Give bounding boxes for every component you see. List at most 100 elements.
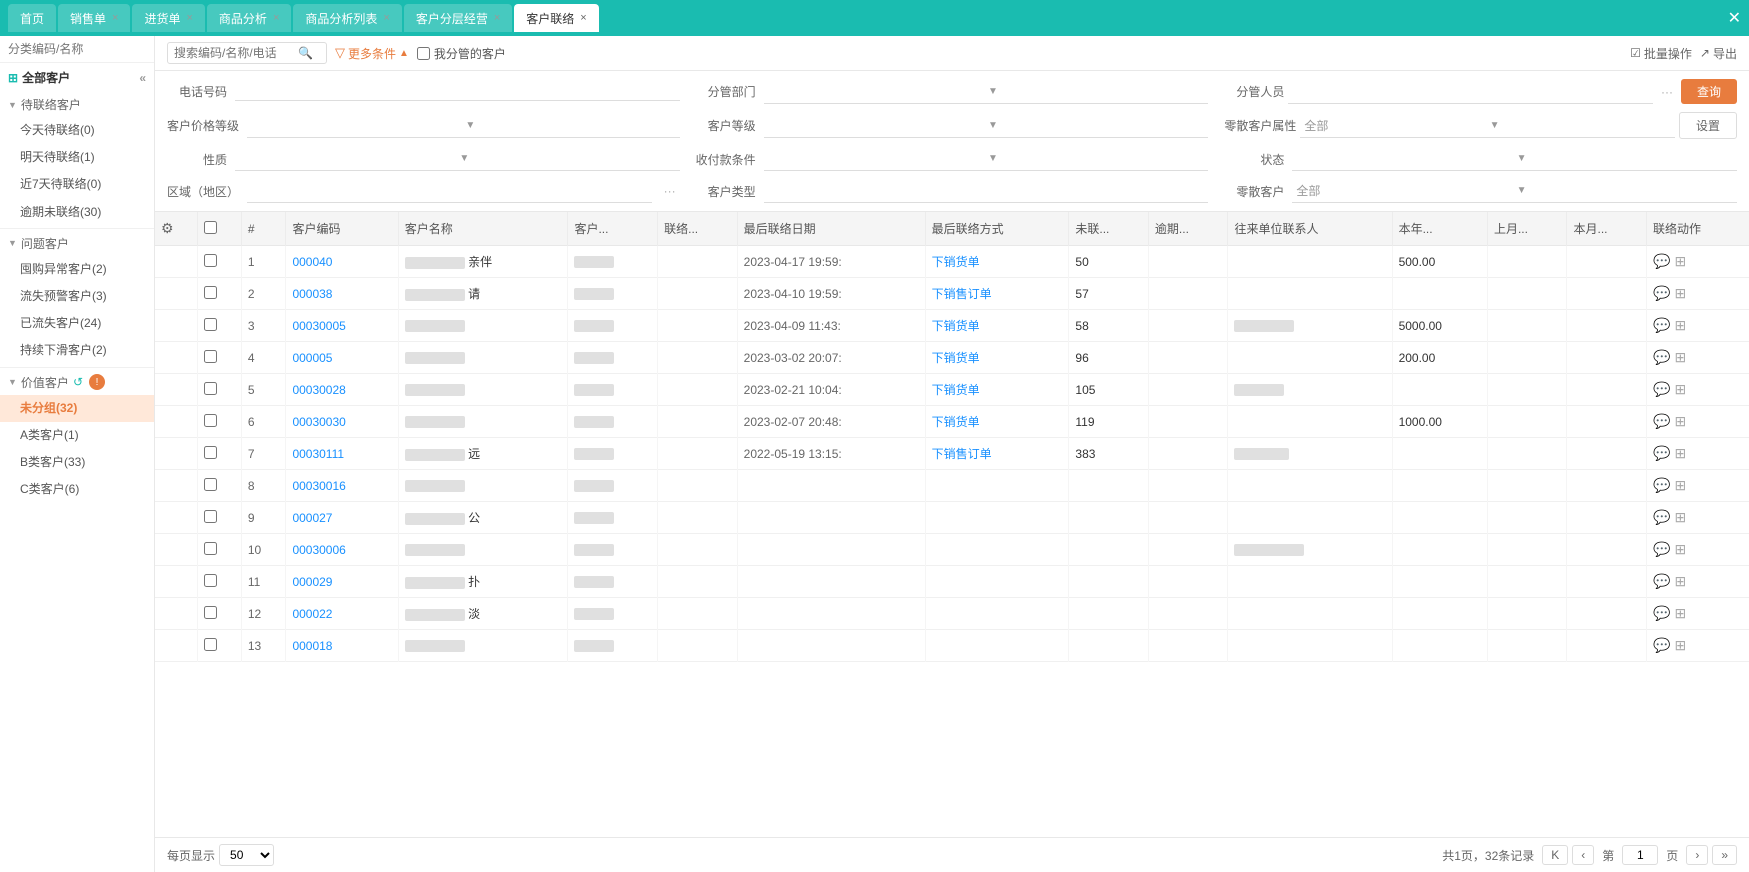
row-checkbox[interactable] bbox=[204, 606, 217, 619]
row-checkbox[interactable] bbox=[204, 542, 217, 555]
phone-input[interactable] bbox=[235, 82, 680, 101]
sidebar-item-no-group[interactable]: 未分组(32) bbox=[0, 395, 154, 422]
contact-way-link[interactable]: 下销货单 bbox=[932, 351, 980, 365]
reset-btn[interactable]: 设置 bbox=[1679, 112, 1737, 139]
grid-icon[interactable]: ⊞ bbox=[1674, 605, 1686, 622]
last-page-btn[interactable]: » bbox=[1712, 845, 1737, 865]
per-page-select[interactable]: 50 20 100 bbox=[219, 844, 274, 866]
region-dots[interactable]: ··· bbox=[660, 184, 680, 198]
tab-purchase-close[interactable]: × bbox=[186, 12, 192, 24]
grid-icon[interactable]: ⊞ bbox=[1674, 285, 1686, 302]
grid-icon[interactable]: ⊞ bbox=[1674, 381, 1686, 398]
chat-icon[interactable]: 💬 bbox=[1653, 349, 1670, 366]
value-group-refresh-icon[interactable]: ↺ bbox=[73, 375, 83, 389]
grid-icon[interactable]: ⊞ bbox=[1674, 541, 1686, 558]
query-btn[interactable]: 查询 bbox=[1681, 79, 1737, 104]
sidebar-item-7day-contact[interactable]: 近7天待联络(0) bbox=[0, 171, 154, 198]
tab-purchase[interactable]: 进货单 × bbox=[132, 4, 204, 32]
row-checkbox[interactable] bbox=[204, 510, 217, 523]
grid-icon[interactable]: ⊞ bbox=[1674, 477, 1686, 494]
chat-icon[interactable]: 💬 bbox=[1653, 477, 1670, 494]
price-level-select[interactable]: ▼ bbox=[247, 114, 680, 138]
sidebar-item-declining[interactable]: 持续下滑客户(2) bbox=[0, 337, 154, 364]
tab-goods-analysis-close[interactable]: × bbox=[273, 12, 279, 24]
tab-sales-close[interactable]: × bbox=[112, 12, 118, 24]
staff-dots[interactable]: ··· bbox=[1657, 85, 1677, 99]
filter-more-btn[interactable]: ▽ 更多条件 ▲ bbox=[335, 45, 409, 62]
row-checkbox[interactable] bbox=[204, 478, 217, 491]
filter-search-icon[interactable]: 🔍 bbox=[298, 46, 313, 60]
sidebar-item-c-class[interactable]: C类客户(6) bbox=[0, 476, 154, 503]
row-checkbox[interactable] bbox=[204, 382, 217, 395]
chat-icon[interactable]: 💬 bbox=[1653, 285, 1670, 302]
grid-icon[interactable]: ⊞ bbox=[1674, 349, 1686, 366]
customer-level-select[interactable]: ▼ bbox=[764, 114, 1209, 138]
chat-icon[interactable]: 💬 bbox=[1653, 413, 1670, 430]
tab-customer-segment-close[interactable]: × bbox=[494, 12, 500, 24]
chat-icon[interactable]: 💬 bbox=[1653, 445, 1670, 462]
batch-op-btn[interactable]: ☑ 批量操作 bbox=[1630, 45, 1692, 62]
prev-page-btn[interactable]: ‹ bbox=[1572, 845, 1594, 865]
staff-select[interactable] bbox=[1288, 80, 1653, 104]
grid-icon[interactable]: ⊞ bbox=[1674, 413, 1686, 430]
chat-icon[interactable]: 💬 bbox=[1653, 317, 1670, 334]
row-checkbox[interactable] bbox=[204, 414, 217, 427]
chat-icon[interactable]: 💬 bbox=[1653, 541, 1670, 558]
tab-goods-analysis[interactable]: 商品分析 × bbox=[207, 4, 291, 32]
grid-icon[interactable]: ⊞ bbox=[1674, 509, 1686, 526]
tab-customer-contact[interactable]: 客户联络 × bbox=[514, 4, 598, 32]
row-checkbox[interactable] bbox=[204, 254, 217, 267]
customer-type-select[interactable] bbox=[764, 179, 1209, 203]
tab-customer-segment[interactable]: 客户分层经营 × bbox=[404, 4, 512, 32]
tab-goods-analysis-list[interactable]: 商品分析列表 × bbox=[293, 4, 401, 32]
row-checkbox[interactable] bbox=[204, 318, 217, 331]
filter-search-input[interactable] bbox=[174, 46, 294, 60]
sidebar-item-overdue-contact[interactable]: 逾期未联络(30) bbox=[0, 199, 154, 226]
sidebar-item-a-class[interactable]: A类客户(1) bbox=[0, 422, 154, 449]
export-btn[interactable]: ↗ 导出 bbox=[1700, 45, 1737, 62]
chat-icon[interactable]: 💬 bbox=[1653, 605, 1670, 622]
th-settings[interactable]: ⚙ bbox=[155, 212, 197, 246]
chat-icon[interactable]: 💬 bbox=[1653, 253, 1670, 270]
grid-icon[interactable]: ⊞ bbox=[1674, 637, 1686, 654]
sidebar-item-tomorrow-contact[interactable]: 明天待联络(1) bbox=[0, 144, 154, 171]
tab-sales[interactable]: 销售单 × bbox=[58, 4, 130, 32]
row-checkbox[interactable] bbox=[204, 350, 217, 363]
gender-select[interactable]: ▼ bbox=[235, 147, 680, 171]
row-checkbox[interactable] bbox=[204, 574, 217, 587]
window-close-btn[interactable]: ✕ bbox=[1728, 8, 1741, 28]
grid-icon[interactable]: ⊞ bbox=[1674, 573, 1686, 590]
retail-attr-select[interactable]: 全部▼ bbox=[1300, 114, 1675, 138]
grid-icon[interactable]: ⊞ bbox=[1674, 253, 1686, 270]
retail-customer-select[interactable]: 全部▼ bbox=[1292, 179, 1737, 203]
dept-select[interactable]: ▼ bbox=[764, 80, 1209, 104]
grid-icon[interactable]: ⊞ bbox=[1674, 445, 1686, 462]
row-checkbox[interactable] bbox=[204, 446, 217, 459]
contact-way-link[interactable]: 下销货单 bbox=[932, 255, 980, 269]
first-page-btn[interactable]: K bbox=[1542, 845, 1568, 865]
chat-icon[interactable]: 💬 bbox=[1653, 637, 1670, 654]
pay-select[interactable]: ▼ bbox=[764, 147, 1209, 171]
sidebar-item-abnormal[interactable]: 囤购异常客户(2) bbox=[0, 256, 154, 283]
sidebar-all-customers[interactable]: ⊞ 全部客户 « bbox=[0, 63, 154, 92]
sidebar-item-b-class[interactable]: B类客户(33) bbox=[0, 449, 154, 476]
sidebar-search-input[interactable] bbox=[8, 42, 155, 56]
next-page-btn[interactable]: › bbox=[1686, 845, 1708, 865]
grid-icon[interactable]: ⊞ bbox=[1674, 317, 1686, 334]
filter-my-customers-checkbox[interactable] bbox=[417, 47, 430, 60]
chat-icon[interactable]: 💬 bbox=[1653, 509, 1670, 526]
sidebar-item-loss-warning[interactable]: 流失预警客户(3) bbox=[0, 283, 154, 310]
tab-customer-contact-close[interactable]: × bbox=[580, 12, 586, 24]
tab-home[interactable]: 首页 bbox=[8, 4, 56, 32]
select-all-checkbox[interactable] bbox=[204, 221, 217, 234]
sidebar-item-lost[interactable]: 已流失客户(24) bbox=[0, 310, 154, 337]
status-select[interactable]: ▼ bbox=[1292, 147, 1737, 171]
contact-way-link[interactable]: 下销售订单 bbox=[932, 447, 992, 461]
tab-goods-analysis-list-close[interactable]: × bbox=[383, 12, 389, 24]
contact-way-link[interactable]: 下销货单 bbox=[932, 319, 980, 333]
page-input[interactable] bbox=[1622, 845, 1658, 865]
sidebar-item-today-contact[interactable]: 今天待联络(0) bbox=[0, 117, 154, 144]
contact-way-link[interactable]: 下销货单 bbox=[932, 415, 980, 429]
chat-icon[interactable]: 💬 bbox=[1653, 573, 1670, 590]
sidebar-collapse-btn[interactable]: « bbox=[139, 71, 146, 85]
